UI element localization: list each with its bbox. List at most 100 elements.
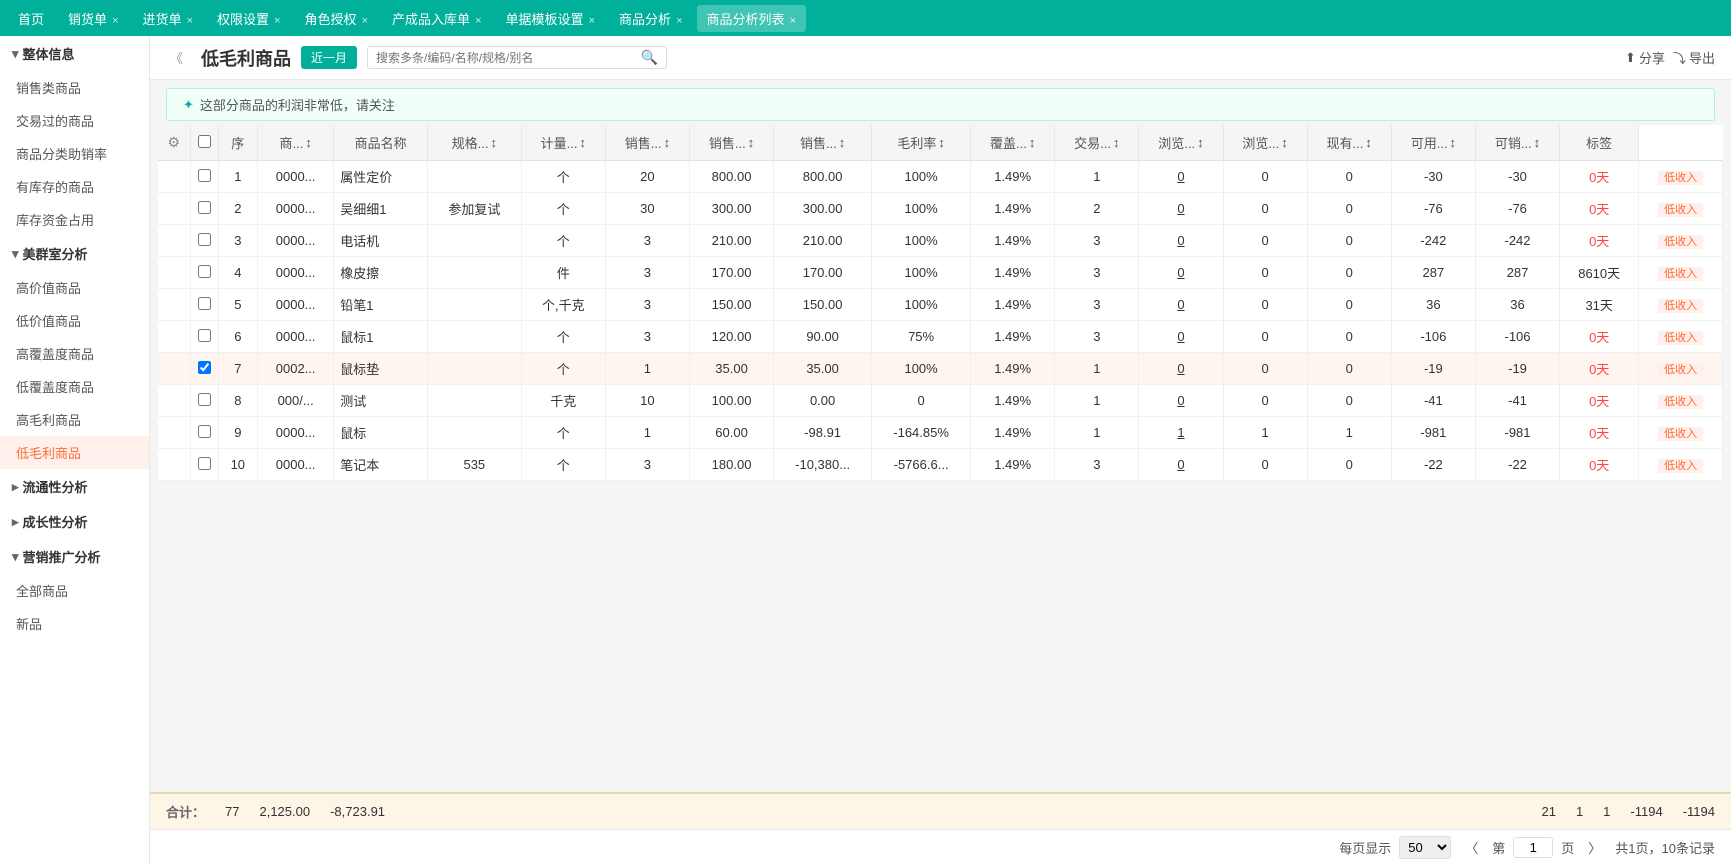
row-name[interactable]: 笔记本: [334, 449, 428, 481]
row-name[interactable]: 测试: [334, 385, 428, 417]
row-name[interactable]: 鼠标垫: [334, 353, 428, 385]
row-checkbox-cell[interactable]: [190, 257, 218, 289]
row-trade[interactable]: 0: [1139, 289, 1223, 321]
row-checkbox[interactable]: [198, 393, 211, 406]
row-checkbox[interactable]: [198, 425, 211, 438]
sidebar-item-low-value[interactable]: 低价值商品: [0, 304, 149, 337]
col-trade[interactable]: 交易... ↕: [1055, 125, 1139, 161]
nav-product-analysis-list[interactable]: 商品分析列表 ×: [697, 5, 807, 32]
row-name[interactable]: 橡皮擦: [334, 257, 428, 289]
sidebar-group-flow[interactable]: ▸ 流通性分析: [0, 469, 149, 504]
sidebar-group-growth[interactable]: ▸ 成长性分析: [0, 504, 149, 539]
nav-role-auth[interactable]: 角色授权 ×: [295, 5, 379, 32]
col-browse1[interactable]: 浏览... ↕: [1139, 125, 1223, 161]
collapse-sidebar-button[interactable]: 《: [166, 44, 187, 71]
nav-home[interactable]: 首页: [8, 5, 54, 32]
col-sale-amt[interactable]: 销售... ↕: [689, 125, 773, 161]
col-browse2[interactable]: 浏览... ↕: [1223, 125, 1307, 161]
row-checkbox-cell[interactable]: [190, 289, 218, 321]
row-checkbox[interactable]: [198, 265, 211, 278]
row-trade[interactable]: 1: [1139, 417, 1223, 449]
row-checkbox-cell[interactable]: [190, 321, 218, 353]
row-browse2: 0: [1307, 449, 1391, 481]
row-checkbox-cell[interactable]: [190, 193, 218, 225]
col-spec[interactable]: 规格... ↕: [427, 125, 521, 161]
row-checkbox[interactable]: [198, 297, 211, 310]
col-sale-qty[interactable]: 销售... ↕: [605, 125, 689, 161]
sidebar-item-high-coverage[interactable]: 高覆盖度商品: [0, 337, 149, 370]
sidebar-item-category-rate[interactable]: 商品分类助销率: [0, 137, 149, 170]
search-icon[interactable]: 🔍: [641, 49, 658, 66]
row-checkbox-cell[interactable]: [190, 417, 218, 449]
prev-page-button[interactable]: 〈: [1459, 836, 1484, 859]
row-index: 2: [218, 193, 258, 225]
row-trade[interactable]: 0: [1139, 193, 1223, 225]
settings-icon[interactable]: ⚙: [167, 134, 180, 150]
export-button[interactable]: ⤵ 导出: [1673, 48, 1715, 67]
table-container[interactable]: ⚙ 序 商... ↕ 商品名称 规格... ↕ 计量... ↕ 销售... ↕ …: [150, 125, 1731, 792]
row-name[interactable]: 铅笔1: [334, 289, 428, 321]
row-trade[interactable]: 0: [1139, 449, 1223, 481]
nav-product-inbound[interactable]: 产成品入库单 ×: [382, 5, 492, 32]
search-input[interactable]: [376, 51, 641, 65]
sidebar-item-low-margin[interactable]: 低毛利商品: [0, 436, 149, 469]
row-checkbox[interactable]: [198, 169, 211, 182]
row-trade[interactable]: 0: [1139, 161, 1223, 193]
sidebar-group-overall[interactable]: ▾ 整体信息: [0, 36, 149, 71]
sidebar-item-stock-capital[interactable]: 库存资金占用: [0, 203, 149, 236]
row-name[interactable]: 吴细细1: [334, 193, 428, 225]
nav-sales-order[interactable]: 销货单 ×: [58, 5, 129, 32]
sidebar-item-low-coverage[interactable]: 低覆盖度商品: [0, 370, 149, 403]
nav-close-sales[interactable]: ×: [109, 15, 118, 27]
sidebar-group-cluster[interactable]: ▾ 美群室分析: [0, 236, 149, 271]
row-checkbox-cell[interactable]: [190, 353, 218, 385]
row-trade[interactable]: 0: [1139, 225, 1223, 257]
row-checkbox-cell[interactable]: [190, 449, 218, 481]
page-number-input[interactable]: [1513, 837, 1553, 858]
row-checkbox[interactable]: [198, 329, 211, 342]
col-available[interactable]: 可用... ↕: [1391, 125, 1475, 161]
nav-permission[interactable]: 权限设置 ×: [207, 5, 291, 32]
col-saleable[interactable]: 可销... ↕: [1475, 125, 1559, 161]
row-checkbox-cell[interactable]: [190, 161, 218, 193]
row-trade[interactable]: 0: [1139, 385, 1223, 417]
row-trade[interactable]: 0: [1139, 321, 1223, 353]
col-stock[interactable]: 现有... ↕: [1307, 125, 1391, 161]
row-name[interactable]: 电话机: [334, 225, 428, 257]
col-checkbox[interactable]: [190, 125, 218, 161]
row-checkbox-cell[interactable]: [190, 225, 218, 257]
sidebar-item-traded-products[interactable]: 交易过的商品: [0, 104, 149, 137]
nav-product-analysis[interactable]: 商品分析 ×: [609, 5, 693, 32]
date-filter-button[interactable]: 近一月: [301, 46, 357, 69]
share-button[interactable]: ⬆ 分享: [1625, 48, 1665, 67]
row-trade[interactable]: 0: [1139, 257, 1223, 289]
table-row: 1 0000... 属性定价 个 20 800.00 800.00 100% 1…: [158, 161, 1723, 193]
nav-purchase-order[interactable]: 进货单 ×: [133, 5, 204, 32]
sidebar-item-all-products[interactable]: 全部商品: [0, 574, 149, 607]
row-trade[interactable]: 0: [1139, 353, 1223, 385]
sidebar-item-stock-products[interactable]: 有库存的商品: [0, 170, 149, 203]
col-coverage[interactable]: 覆盖... ↕: [971, 125, 1055, 161]
row-checkbox[interactable]: [198, 457, 211, 470]
row-name[interactable]: 鼠标1: [334, 321, 428, 353]
row-name[interactable]: 鼠标: [334, 417, 428, 449]
col-code[interactable]: 商... ↕: [258, 125, 334, 161]
row-checkbox[interactable]: [198, 361, 211, 374]
sidebar-item-new-products[interactable]: 新品: [0, 607, 149, 640]
select-all-checkbox[interactable]: [198, 135, 211, 148]
col-settings[interactable]: ⚙: [158, 125, 190, 161]
row-name[interactable]: 属性定价: [334, 161, 428, 193]
col-sale-profit[interactable]: 销售... ↕: [774, 125, 872, 161]
row-checkbox[interactable]: [198, 201, 211, 214]
next-page-button[interactable]: 〉: [1582, 836, 1607, 859]
sidebar-item-high-value[interactable]: 高价值商品: [0, 271, 149, 304]
sidebar-item-high-margin[interactable]: 高毛利商品: [0, 403, 149, 436]
sidebar-item-sales-products[interactable]: 销售类商品: [0, 71, 149, 104]
col-unit[interactable]: 计量... ↕: [521, 125, 605, 161]
col-profit-rate[interactable]: 毛利率 ↕: [872, 125, 971, 161]
sidebar-group-marketing[interactable]: ▾ 营销推广分析: [0, 539, 149, 574]
per-page-select[interactable]: 50 100 200: [1399, 836, 1451, 859]
nav-template-setting[interactable]: 单据模板设置 ×: [496, 5, 606, 32]
row-checkbox-cell[interactable]: [190, 385, 218, 417]
row-checkbox[interactable]: [198, 233, 211, 246]
